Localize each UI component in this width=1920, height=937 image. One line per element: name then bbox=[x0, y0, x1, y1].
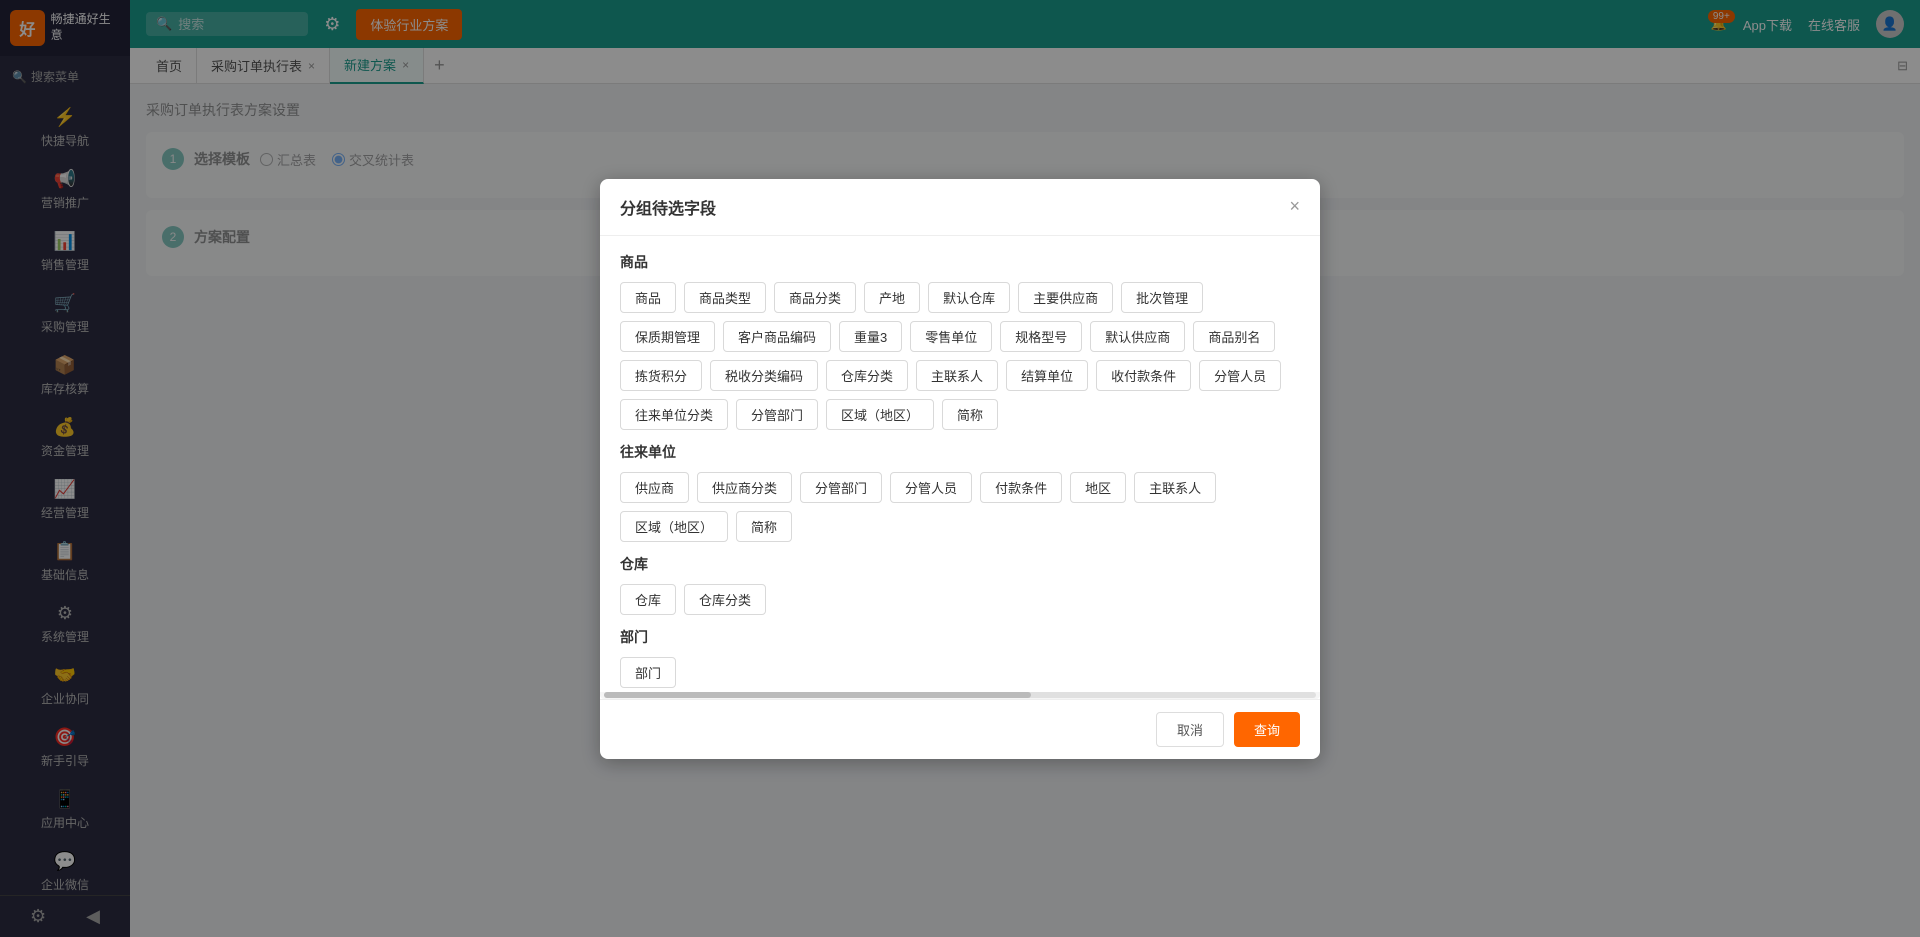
hscroll-thumb[interactable] bbox=[604, 692, 1031, 698]
field-grid-product: 商品 商品类型 商品分类 产地 默认仓库 主要供应商 批次管理 保质期管理 客户… bbox=[620, 282, 1300, 430]
field-tag[interactable]: 供应商 bbox=[620, 472, 689, 503]
field-tag[interactable]: 主联系人 bbox=[1134, 472, 1216, 503]
field-tag[interactable]: 收付款条件 bbox=[1096, 360, 1191, 391]
modal-body: 商品 商品 商品类型 商品分类 产地 默认仓库 主要供应商 批次管理 保质期管理… bbox=[600, 236, 1320, 692]
field-tag[interactable]: 默认供应商 bbox=[1090, 321, 1185, 352]
cancel-button[interactable]: 取消 bbox=[1156, 712, 1224, 747]
section-title-partner: 往来单位 bbox=[620, 442, 1300, 462]
modal-footer: 取消 查询 bbox=[600, 699, 1320, 759]
field-tag[interactable]: 往来单位分类 bbox=[620, 399, 728, 430]
field-tag[interactable]: 结算单位 bbox=[1006, 360, 1088, 391]
field-tag[interactable]: 商品类型 bbox=[684, 282, 766, 313]
field-tag[interactable]: 规格型号 bbox=[1000, 321, 1082, 352]
field-tag[interactable]: 仓库分类 bbox=[684, 584, 766, 615]
field-tag[interactable]: 批次管理 bbox=[1121, 282, 1203, 313]
field-tag[interactable]: 简称 bbox=[942, 399, 998, 430]
hscroll-track bbox=[604, 692, 1316, 698]
field-tag[interactable]: 商品分类 bbox=[774, 282, 856, 313]
field-tag[interactable]: 付款条件 bbox=[980, 472, 1062, 503]
field-tag[interactable]: 零售单位 bbox=[910, 321, 992, 352]
field-tag[interactable]: 主要供应商 bbox=[1018, 282, 1113, 313]
field-tag[interactable]: 商品 bbox=[620, 282, 676, 313]
field-tag[interactable]: 客户商品编码 bbox=[723, 321, 831, 352]
modal-title: 分组待选字段 bbox=[620, 195, 716, 219]
field-grid-warehouse: 仓库 仓库分类 bbox=[620, 584, 1300, 615]
field-tag[interactable]: 区域（地区） bbox=[826, 399, 934, 430]
field-grid-partner: 供应商 供应商分类 分管部门 分管人员 付款条件 地区 主联系人 区域（地区） … bbox=[620, 472, 1300, 542]
section-title-product: 商品 bbox=[620, 252, 1300, 272]
field-selection-modal: 分组待选字段 × 商品 商品 商品类型 商品分类 产地 默认仓库 主要供应商 批… bbox=[600, 179, 1320, 759]
section-title-dept: 部门 bbox=[620, 627, 1300, 647]
field-tag[interactable]: 默认仓库 bbox=[928, 282, 1010, 313]
field-tag[interactable]: 地区 bbox=[1070, 472, 1126, 503]
field-tag[interactable]: 分管部门 bbox=[736, 399, 818, 430]
field-tag[interactable]: 拣货积分 bbox=[620, 360, 702, 391]
confirm-button[interactable]: 查询 bbox=[1234, 712, 1300, 747]
field-tag[interactable]: 税收分类编码 bbox=[710, 360, 818, 391]
field-tag[interactable]: 产地 bbox=[864, 282, 920, 313]
field-tag[interactable]: 商品别名 bbox=[1193, 321, 1275, 352]
modal-overlay: 分组待选字段 × 商品 商品 商品类型 商品分类 产地 默认仓库 主要供应商 批… bbox=[0, 0, 1920, 937]
field-tag[interactable]: 简称 bbox=[736, 511, 792, 542]
field-grid-dept: 部门 bbox=[620, 657, 1300, 688]
field-tag[interactable]: 部门 bbox=[620, 657, 676, 688]
field-tag[interactable]: 保质期管理 bbox=[620, 321, 715, 352]
field-tag[interactable]: 仓库 bbox=[620, 584, 676, 615]
field-tag[interactable]: 主联系人 bbox=[916, 360, 998, 391]
field-tag[interactable]: 分管人员 bbox=[890, 472, 972, 503]
field-tag[interactable]: 分管人员 bbox=[1199, 360, 1281, 391]
modal-header: 分组待选字段 × bbox=[600, 179, 1320, 236]
field-tag[interactable]: 供应商分类 bbox=[697, 472, 792, 503]
field-tag[interactable]: 重量3 bbox=[839, 321, 902, 352]
field-tag[interactable]: 仓库分类 bbox=[826, 360, 908, 391]
field-tag[interactable]: 分管部门 bbox=[800, 472, 882, 503]
modal-close-button[interactable]: × bbox=[1289, 196, 1300, 217]
field-tag[interactable]: 区域（地区） bbox=[620, 511, 728, 542]
modal-horizontal-scrollbar[interactable] bbox=[600, 692, 1320, 699]
section-title-warehouse: 仓库 bbox=[620, 554, 1300, 574]
